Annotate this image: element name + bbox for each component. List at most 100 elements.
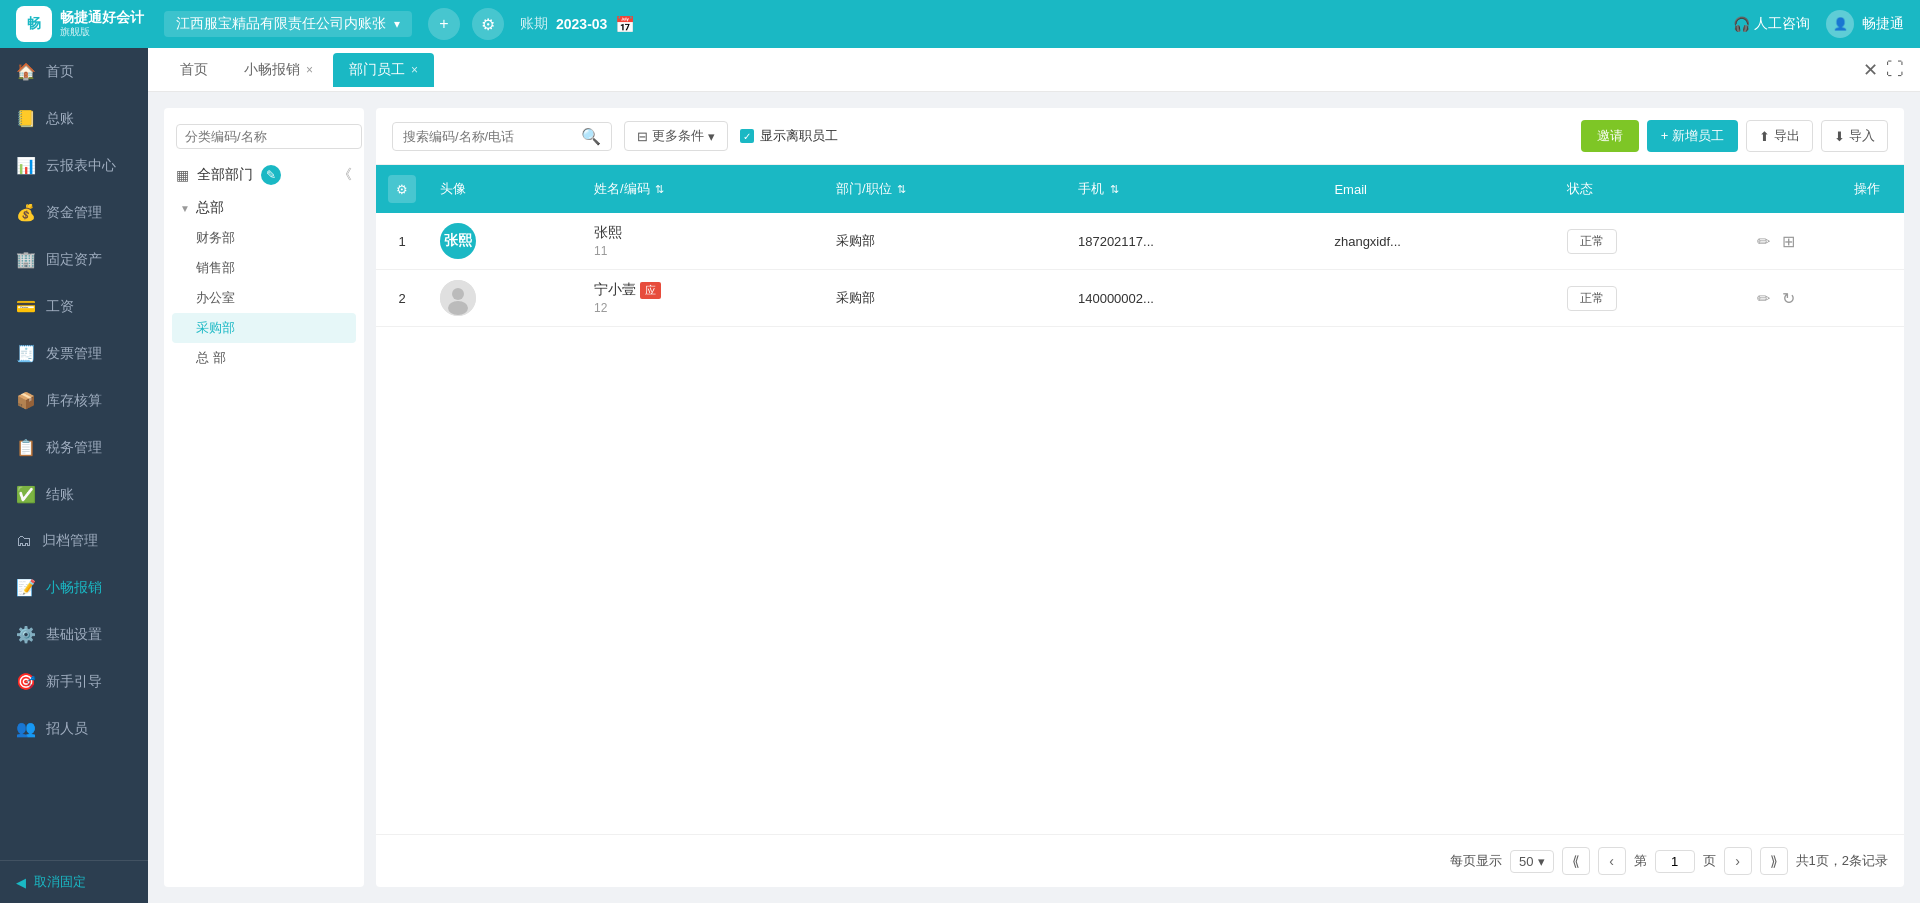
row2-actions: ✏ ↻ bbox=[1745, 270, 1904, 327]
employee-table: ⚙ 头像 姓名/编码 ⇅ 部门/职位 bbox=[376, 165, 1904, 834]
settings-button[interactable]: ⚙ bbox=[472, 8, 504, 40]
header-actions: + ⚙ bbox=[428, 8, 504, 40]
filter-button[interactable]: ⊟ 更多条件 ▾ bbox=[624, 121, 728, 151]
edit-icon[interactable]: ✏ bbox=[1757, 232, 1770, 251]
sidebar-item-report[interactable]: 📊 云报表中心 bbox=[0, 142, 148, 189]
dept-item-purchase[interactable]: 采购部 bbox=[172, 313, 356, 343]
dept-search: 🔍 bbox=[164, 116, 364, 157]
sidebar-item-salary[interactable]: 💳 工资 bbox=[0, 283, 148, 330]
col-settings-icon[interactable]: ⚙ bbox=[388, 175, 416, 203]
row1-index: 1 bbox=[376, 213, 428, 270]
row1-actions: ✏ ⊞ bbox=[1745, 213, 1904, 270]
refresh-icon[interactable]: ↻ bbox=[1782, 289, 1795, 308]
expense-icon: 📝 bbox=[16, 578, 36, 597]
user-name: 畅捷通 bbox=[1862, 15, 1904, 33]
show-resigned-toggle[interactable]: ✓ 显示离职员工 bbox=[740, 127, 838, 145]
employee-panel: 🔍 ⊟ 更多条件 ▾ ✓ 显示离职员工 邀请 bbox=[376, 108, 1904, 887]
row2-name: 宁小壹 bbox=[594, 281, 636, 299]
row1-avatar: 张熙 bbox=[428, 213, 582, 270]
sidebar-item-home[interactable]: 🏠 首页 bbox=[0, 48, 148, 95]
dept-group-header-hq[interactable]: ▼ 总部 bbox=[172, 193, 356, 223]
page-input[interactable] bbox=[1655, 850, 1695, 873]
dept-collapse-icon[interactable]: 《 bbox=[338, 166, 352, 184]
tab-dept-close-icon[interactable]: × bbox=[411, 63, 418, 77]
add-employee-button[interactable]: + 新增员工 bbox=[1647, 120, 1738, 152]
show-resigned-label: 显示离职员工 bbox=[760, 127, 838, 145]
tab-expense[interactable]: 小畅报销 × bbox=[228, 53, 329, 87]
row1-name-cell: 张熙 11 bbox=[582, 213, 824, 270]
sidebar-item-inventory[interactable]: 📦 库存核算 bbox=[0, 377, 148, 424]
tab-dept-label: 部门员工 bbox=[349, 61, 405, 79]
dept-item-hq[interactable]: 总 部 bbox=[172, 343, 356, 373]
sidebar-item-invoice[interactable]: 🧾 发票管理 bbox=[0, 330, 148, 377]
sidebar-item-tax[interactable]: 📋 税务管理 bbox=[0, 424, 148, 471]
unpin-button[interactable]: ◀ 取消固定 bbox=[0, 860, 148, 903]
sidebar-item-guide[interactable]: 🎯 新手引导 bbox=[0, 658, 148, 705]
user-area[interactable]: 👤 畅捷通 bbox=[1826, 10, 1904, 38]
sidebar-item-expense[interactable]: 📝 小畅报销 bbox=[0, 564, 148, 611]
tab-bar-actions: ✕ ⛶ bbox=[1863, 59, 1904, 81]
tab-dept[interactable]: 部门员工 × bbox=[333, 53, 434, 87]
page-content: 🔍 ▦ 全部部门 ✎ 《 ▼ 总部 财务部 bbox=[148, 92, 1920, 903]
expand-icon[interactable]: ⛶ bbox=[1886, 59, 1904, 81]
main-layout: 🏠 首页 📒 总账 📊 云报表中心 💰 资金管理 🏢 固定资产 💳 工资 🧾 发… bbox=[0, 48, 1920, 903]
sidebar-label-tax: 税务管理 bbox=[46, 439, 102, 457]
page-size-label: 每页显示 bbox=[1450, 852, 1502, 870]
edit-icon[interactable]: ✏ bbox=[1757, 289, 1770, 308]
sidebar-label-expense: 小畅报销 bbox=[46, 579, 102, 597]
unpin-icon: ◀ bbox=[16, 875, 26, 890]
svg-point-1 bbox=[452, 288, 464, 300]
service-button[interactable]: 🎧 人工咨询 bbox=[1733, 15, 1810, 33]
row1-dept: 采购部 bbox=[824, 213, 1066, 270]
invite-button[interactable]: 邀请 bbox=[1581, 120, 1639, 152]
resigned-checkbox[interactable]: ✓ bbox=[740, 129, 754, 143]
col-phone[interactable]: 手机 ⇅ bbox=[1066, 165, 1322, 213]
toolbar-right: 邀请 + 新增员工 ⬆ 导出 ⬇ 导入 bbox=[1581, 120, 1888, 152]
first-page-button[interactable]: ⟪ bbox=[1562, 847, 1590, 875]
row1-status: 正常 bbox=[1555, 213, 1745, 270]
calendar-icon[interactable]: 📅 bbox=[615, 15, 635, 34]
sidebar-item-recruit[interactable]: 👥 招人员 bbox=[0, 705, 148, 752]
import-button[interactable]: ⬇ 导入 bbox=[1821, 120, 1888, 152]
dept-panel: 🔍 ▦ 全部部门 ✎ 《 ▼ 总部 财务部 bbox=[164, 108, 364, 887]
page-size-select[interactable]: 50 ▾ bbox=[1510, 850, 1553, 873]
recruit-icon: 👥 bbox=[16, 719, 36, 738]
sidebar-item-funds[interactable]: 💰 资金管理 bbox=[0, 189, 148, 236]
sidebar-item-close[interactable]: ✅ 结账 bbox=[0, 471, 148, 518]
col-email: Email bbox=[1322, 165, 1554, 213]
tab-expense-close-icon[interactable]: × bbox=[306, 63, 313, 77]
dept-item-office[interactable]: 办公室 bbox=[172, 283, 356, 313]
add-button[interactable]: + bbox=[428, 8, 460, 40]
col-name[interactable]: 姓名/编码 ⇅ bbox=[582, 165, 824, 213]
logo-icon: 畅 bbox=[16, 6, 52, 42]
sidebar-item-settings[interactable]: ⚙️ 基础设置 bbox=[0, 611, 148, 658]
invoice-icon: 🧾 bbox=[16, 344, 36, 363]
dept-all-row[interactable]: ▦ 全部部门 ✎ 《 bbox=[164, 157, 364, 193]
expand-triangle-icon: ▼ bbox=[180, 203, 190, 214]
row2-code: 12 bbox=[594, 301, 812, 315]
dept-edit-button[interactable]: ✎ bbox=[261, 165, 281, 185]
dept-search-input[interactable] bbox=[176, 124, 362, 149]
last-page-button[interactable]: ⟫ bbox=[1760, 847, 1788, 875]
dept-item-sales[interactable]: 销售部 bbox=[172, 253, 356, 283]
sidebar-label-home: 首页 bbox=[46, 63, 74, 81]
col-status: 状态 bbox=[1555, 165, 1745, 213]
logout-icon[interactable]: ⊞ bbox=[1782, 232, 1795, 251]
close-all-icon[interactable]: ✕ bbox=[1863, 59, 1878, 81]
sidebar-item-assets[interactable]: 🏢 固定资产 bbox=[0, 236, 148, 283]
next-page-button[interactable]: › bbox=[1724, 847, 1752, 875]
sidebar-item-archive[interactable]: 🗂 归档管理 bbox=[0, 518, 148, 564]
page-size-value: 50 bbox=[1519, 854, 1533, 869]
search-input[interactable] bbox=[403, 129, 575, 144]
close-accounts-icon: ✅ bbox=[16, 485, 36, 504]
search-icon[interactable]: 🔍 bbox=[581, 127, 601, 146]
company-selector[interactable]: 江西服宝精品有限责任公司内账张 ▾ bbox=[164, 11, 412, 37]
home-icon: 🏠 bbox=[16, 62, 36, 81]
export-button[interactable]: ⬆ 导出 bbox=[1746, 120, 1813, 152]
prev-page-button[interactable]: ‹ bbox=[1598, 847, 1626, 875]
inventory-icon: 📦 bbox=[16, 391, 36, 410]
sidebar-item-ledger[interactable]: 📒 总账 bbox=[0, 95, 148, 142]
col-dept[interactable]: 部门/职位 ⇅ bbox=[824, 165, 1066, 213]
tab-home[interactable]: 首页 bbox=[164, 53, 224, 87]
dept-item-finance[interactable]: 财务部 bbox=[172, 223, 356, 253]
